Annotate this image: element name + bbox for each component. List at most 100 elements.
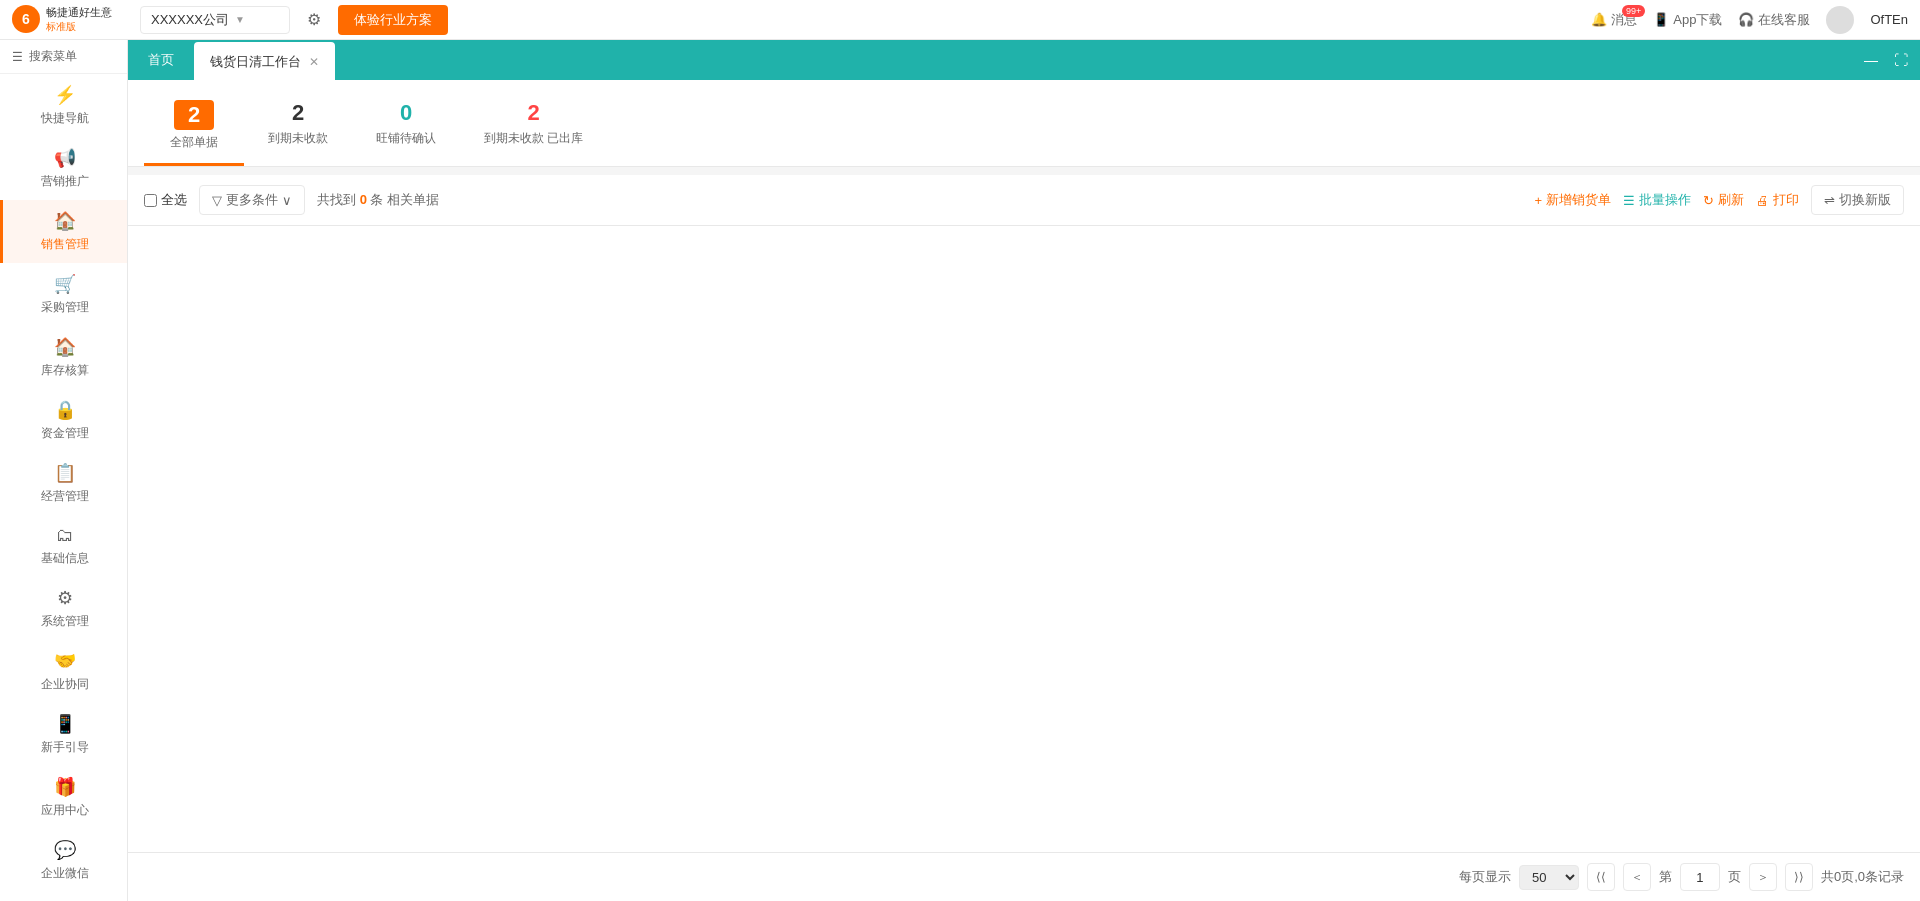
tab-maximize-button[interactable]: ⛶ <box>1890 48 1912 72</box>
stat-tab-pending[interactable]: 0 旺铺待确认 <box>352 92 460 166</box>
add-sales-order-button[interactable]: + 新增销货单 <box>1534 191 1611 209</box>
sidebar-item-finance[interactable]: 🔒 资金管理 <box>0 389 127 452</box>
stat-label-pending: 旺铺待确认 <box>376 130 436 147</box>
settings-button[interactable]: ⚙ <box>298 4 330 36</box>
add-btn-label: 新增销货单 <box>1546 191 1611 209</box>
search-menu-label: 搜索菜单 <box>29 48 77 65</box>
sidebar-label-purchase: 采购管理 <box>41 299 89 316</box>
logo-area: 6 畅捷通好生意 标准版 <box>12 5 140 33</box>
batch-operation-button[interactable]: ☰ 批量操作 <box>1623 191 1691 209</box>
tab-bar: 首页 钱货日清工作台 ✕ — ⛶ <box>128 40 1920 80</box>
per-page-select[interactable]: 10 20 50 100 <box>1519 865 1579 890</box>
finance-icon: 🔒 <box>54 399 76 421</box>
first-page-button[interactable]: ⟨⟨ <box>1587 863 1615 891</box>
tab-minimize-button[interactable]: — <box>1860 48 1882 72</box>
sidebar-item-marketing[interactable]: 📢 营销推广 <box>0 137 127 200</box>
online-service-button[interactable]: 🎧 在线客服 <box>1738 11 1810 29</box>
sidebar-item-enterprise[interactable]: 🤝 企业协同 <box>0 640 127 703</box>
tab-actions: — ⛶ <box>1860 48 1920 72</box>
more-filters-label: 更多条件 <box>226 191 278 209</box>
sidebar-label-inventory: 库存核算 <box>41 362 89 379</box>
more-filters-button[interactable]: ▽ 更多条件 ∨ <box>199 185 305 215</box>
select-all-checkbox[interactable]: 全选 <box>144 191 187 209</box>
sidebar-item-wechat[interactable]: 💬 企业微信 <box>0 829 127 892</box>
avatar[interactable] <box>1826 6 1854 34</box>
stat-tab-overdue[interactable]: 2 到期未收款 <box>244 92 352 166</box>
refresh-icon: ↻ <box>1703 193 1714 208</box>
stat-num-unshipped: 2 <box>528 100 540 126</box>
select-all-input[interactable] <box>144 194 157 207</box>
stat-tab-all[interactable]: 2 全部单据 <box>144 92 244 166</box>
megaphone-icon: 📢 <box>54 147 76 169</box>
sidebar-item-inventory[interactable]: 🏠 库存核算 <box>0 326 127 389</box>
tab-close-button[interactable]: ✕ <box>309 55 319 69</box>
batch-icon: ☰ <box>1623 193 1635 208</box>
page-label-before: 第 <box>1659 868 1672 886</box>
stat-num-all: 2 <box>174 100 214 130</box>
tab-current[interactable]: 钱货日清工作台 ✕ <box>194 42 335 82</box>
wechat-icon: 💬 <box>54 839 76 861</box>
tab-home[interactable]: 首页 <box>128 40 194 80</box>
sidebar-label-newbie: 新手引导 <box>41 739 89 756</box>
basic-info-icon: 🗂 <box>56 525 74 546</box>
app-center-icon: 🎁 <box>54 776 76 798</box>
headset-icon: 🎧 <box>1738 12 1754 27</box>
sidebar-item-operation[interactable]: 📋 经营管理 <box>0 452 127 515</box>
page-content: 2 全部单据 2 到期未收款 0 旺铺待确认 2 到期未收款 已出库 <box>128 80 1920 901</box>
app-download-label: App下载 <box>1673 11 1722 29</box>
lightning-icon: ⚡ <box>54 84 76 106</box>
shop-icon: 🏠 <box>54 210 76 232</box>
header-right: 🔔 消息 99+ 📱 App下载 🎧 在线客服 OfTEn <box>1591 6 1908 34</box>
filter-icon: ▽ <box>212 193 222 208</box>
last-page-button[interactable]: ⟩⟩ <box>1785 863 1813 891</box>
toolbar-right: + 新增销货单 ☰ 批量操作 ↻ 刷新 🖨 打印 <box>1534 185 1904 215</box>
prev-page-button[interactable]: ＜ <box>1623 863 1651 891</box>
refresh-button[interactable]: ↻ 刷新 <box>1703 191 1744 209</box>
page-number-input[interactable] <box>1680 863 1720 891</box>
message-badge: 99+ <box>1622 5 1645 17</box>
app-download-button[interactable]: 📱 App下载 <box>1653 11 1722 29</box>
sidebar-label-basic-info: 基础信息 <box>41 550 89 567</box>
chevron-down-icon: ▼ <box>235 14 245 25</box>
stat-num-pending: 0 <box>400 100 412 126</box>
search-icon: ☰ <box>12 50 23 64</box>
message-button[interactable]: 🔔 消息 99+ <box>1591 11 1637 29</box>
found-prefix: 共找到 <box>317 192 356 207</box>
pagination: 每页显示 10 20 50 100 ⟨⟨ ＜ 第 页 ＞ ⟩⟩ 共0页,0条记录 <box>128 852 1920 901</box>
sidebar-item-basic-info[interactable]: 🗂 基础信息 <box>0 515 127 577</box>
company-name: XXXXXX公司 <box>151 11 229 29</box>
sidebar-item-newbie[interactable]: 📱 新手引导 <box>0 703 127 766</box>
total-info: 共0页,0条记录 <box>1821 868 1904 886</box>
found-text: 共找到 0 条 相关单据 <box>317 191 439 209</box>
switch-label: 切换新版 <box>1839 191 1891 209</box>
print-button[interactable]: 🖨 打印 <box>1756 191 1799 209</box>
toolbar: 全选 ▽ 更多条件 ∨ 共找到 0 条 相关单据 + 新增销货单 <box>128 175 1920 226</box>
enterprise-icon: 🤝 <box>54 650 76 672</box>
sidebar-item-purchase[interactable]: 🛒 采购管理 <box>0 263 127 326</box>
print-label: 打印 <box>1773 191 1799 209</box>
sidebar-item-member[interactable]: V 畅会员 <box>0 892 127 901</box>
trial-button[interactable]: 体验行业方案 <box>338 5 448 35</box>
switch-version-button[interactable]: ⇌ 切换新版 <box>1811 185 1904 215</box>
found-unit: 条 <box>370 192 383 207</box>
stat-tab-unshipped[interactable]: 2 到期未收款 已出库 <box>460 92 607 166</box>
per-page-label: 每页显示 <box>1459 868 1511 886</box>
search-menu-button[interactable]: ☰ 搜索菜单 <box>0 40 127 74</box>
select-all-label: 全选 <box>161 191 187 209</box>
company-selector[interactable]: XXXXXX公司 ▼ <box>140 6 290 34</box>
sidebar-item-app-center[interactable]: 🎁 应用中心 <box>0 766 127 829</box>
page-label-after: 页 <box>1728 868 1741 886</box>
batch-label: 批量操作 <box>1639 191 1691 209</box>
switch-icon: ⇌ <box>1824 193 1835 208</box>
sidebar-item-quick-nav[interactable]: ⚡ 快捷导航 <box>0 74 127 137</box>
logo-text-block: 畅捷通好生意 标准版 <box>46 5 112 33</box>
table-area <box>128 226 1920 852</box>
next-page-button[interactable]: ＞ <box>1749 863 1777 891</box>
content-area: 首页 钱货日清工作台 ✕ — ⛶ 2 全部单据 2 到期未收款 <box>128 40 1920 901</box>
bell-icon: 🔔 <box>1591 12 1607 27</box>
sidebar-label-quick-nav: 快捷导航 <box>41 110 89 127</box>
sidebar-item-sales[interactable]: 🏠 销售管理 <box>0 200 127 263</box>
sidebar-item-system[interactable]: ⚙ 系统管理 <box>0 577 127 640</box>
top-header: 6 畅捷通好生意 标准版 XXXXXX公司 ▼ ⚙ 体验行业方案 🔔 消息 99… <box>0 0 1920 40</box>
app-name: 畅捷通好生意 <box>46 5 112 19</box>
